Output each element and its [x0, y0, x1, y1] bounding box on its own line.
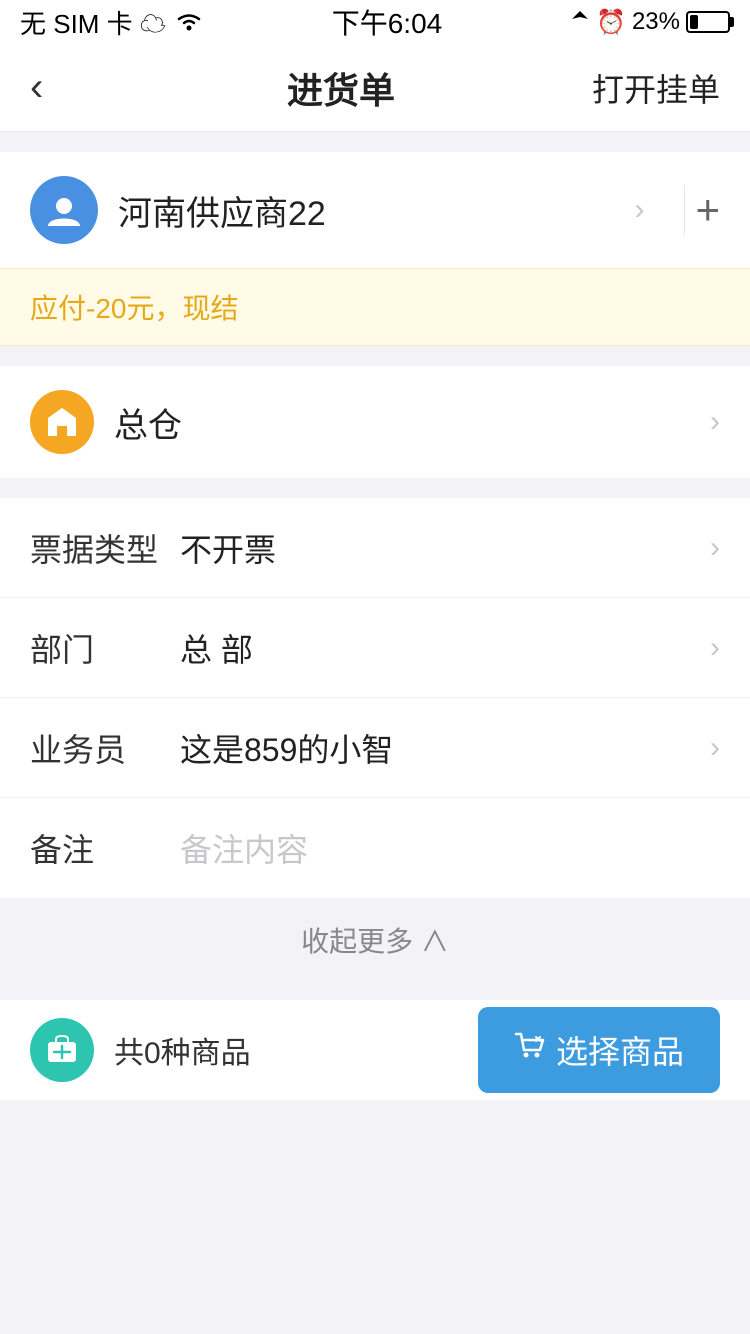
section-gap-1: [0, 132, 750, 152]
collapse-row[interactable]: 收起更多 ∧: [0, 900, 750, 980]
supplier-section: 河南供应商22 › + 应付-20元，现结: [0, 152, 750, 346]
product-count-label: 共0种商品: [114, 1028, 458, 1072]
supplier-avatar: [30, 176, 98, 244]
remark-row[interactable]: 备注 备注内容: [0, 798, 750, 898]
wifi-icon: [174, 7, 204, 38]
supplier-arrow-icon: ›: [634, 193, 644, 227]
collapse-label: 收起更多 ∧: [301, 920, 449, 960]
select-product-label: 选择商品: [556, 1027, 684, 1073]
invoice-type-arrow-icon: ›: [710, 531, 720, 565]
no-sim-label: 无 SIM 卡 ☁: [20, 4, 166, 41]
supplier-row[interactable]: 河南供应商22 › +: [0, 152, 750, 268]
divider: [684, 185, 685, 235]
status-right: ⏰ 23%: [570, 8, 730, 37]
add-supplier-button[interactable]: +: [695, 186, 720, 234]
salesman-value: 这是859的小智: [170, 725, 710, 771]
product-icon: [30, 1018, 94, 1082]
invoice-type-value: 不开票: [170, 525, 710, 571]
warehouse-arrow-icon: ›: [710, 405, 720, 439]
salesman-label: 业务员: [30, 725, 170, 771]
select-product-button[interactable]: 选择商品: [478, 1007, 720, 1093]
salesman-arrow-icon: ›: [710, 731, 720, 765]
cart-icon: [514, 1032, 546, 1068]
open-pending-button[interactable]: 打开挂单: [592, 65, 720, 111]
alarm-icon: ⏰: [596, 8, 626, 37]
notice-bar: 应付-20元，现结: [0, 268, 750, 346]
remark-input[interactable]: 备注内容: [170, 825, 720, 871]
invoice-type-row[interactable]: 票据类型 不开票 ›: [0, 498, 750, 598]
page-title: 进货单: [287, 62, 395, 114]
invoice-type-label: 票据类型: [30, 525, 170, 571]
nav-bar: ‹ 进货单 打开挂单: [0, 44, 750, 132]
department-row[interactable]: 部门 总 部 ›: [0, 598, 750, 698]
department-arrow-icon: ›: [710, 631, 720, 665]
battery-percent: 23%: [632, 8, 680, 36]
supplier-name: 河南供应商22: [118, 186, 634, 235]
form-section: 票据类型 不开票 › 部门 总 部 › 业务员 这是859的小智 › 备注 备注…: [0, 498, 750, 898]
warehouse-name: 总仓: [114, 398, 710, 447]
department-value: 总 部: [170, 625, 710, 671]
status-left: 无 SIM 卡 ☁: [20, 4, 204, 41]
warehouse-icon: [30, 390, 94, 454]
salesman-row[interactable]: 业务员 这是859的小智 ›: [0, 698, 750, 798]
status-bar: 无 SIM 卡 ☁ 下午6:04 ⏰ 23%: [0, 0, 750, 44]
remark-label: 备注: [30, 825, 170, 871]
department-label: 部门: [30, 625, 170, 671]
location-icon: [570, 8, 590, 36]
battery-icon: [686, 11, 730, 33]
warehouse-section[interactable]: 总仓 ›: [0, 366, 750, 478]
back-button[interactable]: ‹: [30, 65, 90, 110]
bottom-bar: 共0种商品 选择商品: [0, 1000, 750, 1100]
notice-text: 应付-20元，现结: [30, 293, 238, 324]
status-time: 下午6:04: [332, 2, 443, 42]
